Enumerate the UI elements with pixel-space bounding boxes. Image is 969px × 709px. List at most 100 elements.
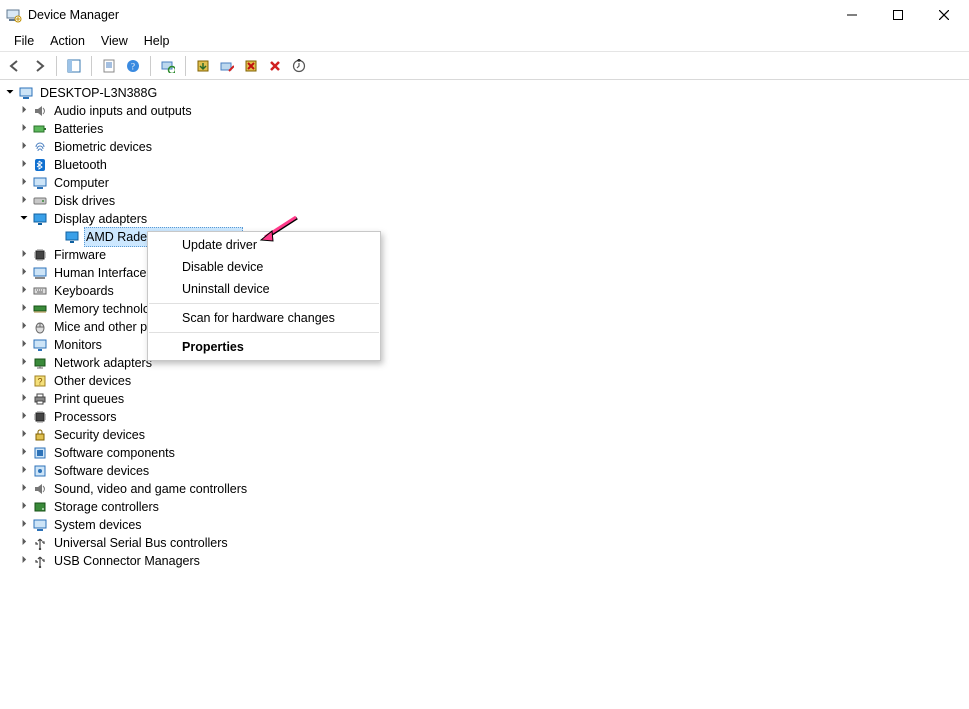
toolbar-separator (185, 56, 186, 76)
forward-button[interactable] (28, 55, 50, 77)
tree-node-security[interactable]: ⏵Security devices (18, 426, 969, 444)
tree-node-computer[interactable]: ⏵ Computer (18, 174, 969, 192)
disable-device-button[interactable] (216, 55, 238, 77)
tree-node-storage[interactable]: ⏵Storage controllers (18, 498, 969, 516)
tree-node-disk[interactable]: ⏵Disk drives (18, 192, 969, 210)
tree-node-batteries[interactable]: ⏵Batteries (18, 120, 969, 138)
chevron-right-icon[interactable]: ⏵ (18, 156, 30, 174)
svg-text:?: ? (131, 61, 135, 71)
maximize-button[interactable] (875, 0, 921, 30)
chevron-right-icon[interactable]: ⏵ (18, 300, 30, 318)
chevron-right-icon[interactable]: ⏵ (18, 354, 30, 372)
chevron-right-icon[interactable]: ⏵ (18, 516, 30, 534)
context-scan-hardware[interactable]: Scan for hardware changes (148, 307, 380, 329)
tree-node-biometric[interactable]: ⏵ Biometric devices (18, 138, 969, 156)
chevron-right-icon[interactable]: ⏵ (18, 318, 30, 336)
chevron-right-icon[interactable]: ⏵ (18, 372, 30, 390)
chevron-right-icon[interactable]: ⏵ (18, 102, 30, 120)
chevron-right-icon[interactable]: ⏵ (18, 264, 30, 282)
tree-node-usbctrl[interactable]: ⏵Universal Serial Bus controllers (18, 534, 969, 552)
chevron-none (50, 228, 62, 246)
computer-icon (32, 175, 48, 191)
network-icon (32, 355, 48, 371)
install-driver-button[interactable] (288, 55, 310, 77)
other-icon: ? (32, 373, 48, 389)
chevron-right-icon[interactable]: ⏵ (18, 336, 30, 354)
chevron-down-icon[interactable]: ⏷ (4, 84, 16, 102)
chevron-right-icon[interactable]: ⏵ (18, 408, 30, 426)
window-title: Device Manager (28, 8, 119, 22)
remove-device-button[interactable] (264, 55, 286, 77)
tree-node-print[interactable]: ⏵Print queues (18, 390, 969, 408)
biometric-icon (32, 139, 48, 155)
tree-node-system[interactable]: ⏵System devices (18, 516, 969, 534)
show-hide-tree-button[interactable] (63, 55, 85, 77)
context-separator (149, 303, 379, 304)
chevron-right-icon[interactable]: ⏵ (18, 282, 30, 300)
close-button[interactable] (921, 0, 967, 30)
tree-node-label: Bluetooth (52, 156, 109, 174)
sound-icon (32, 481, 48, 497)
menu-file[interactable]: File (6, 33, 42, 49)
tree-node-other[interactable]: ⏵?Other devices (18, 372, 969, 390)
chevron-right-icon[interactable]: ⏵ (18, 120, 30, 138)
chevron-right-icon[interactable]: ⏵ (18, 390, 30, 408)
monitor-icon (32, 337, 48, 353)
tree-node-audio[interactable]: ⏵Audio inputs and outputs (18, 102, 969, 120)
context-uninstall-device[interactable]: Uninstall device (148, 278, 380, 300)
chevron-right-icon[interactable]: ⏵ (18, 462, 30, 480)
context-properties[interactable]: Properties (148, 336, 380, 358)
chevron-right-icon[interactable]: ⏵ (18, 498, 30, 516)
chevron-right-icon[interactable]: ⏵ (18, 444, 30, 462)
tree-node-sound[interactable]: ⏵ Sound, video and game controllers (18, 480, 969, 498)
tree-node-bluetooth[interactable]: ⏵ Bluetooth (18, 156, 969, 174)
update-driver-button[interactable] (192, 55, 214, 77)
toolbar-separator (56, 56, 57, 76)
tree-node-display[interactable]: ⏷ Display adapters (18, 210, 969, 228)
menu-help[interactable]: Help (136, 33, 178, 49)
uninstall-device-button[interactable] (240, 55, 262, 77)
display-adapter-icon (64, 229, 80, 245)
tree-node-label: Processors (52, 408, 119, 426)
chevron-down-icon[interactable]: ⏷ (18, 210, 30, 228)
svg-text:?: ? (37, 377, 42, 387)
usb-icon (32, 535, 48, 551)
tree-node-processors[interactable]: ⏵ Processors (18, 408, 969, 426)
chevron-right-icon[interactable]: ⏵ (18, 534, 30, 552)
chevron-right-icon[interactable]: ⏵ (18, 552, 30, 570)
tree-node-label: USB Connector Managers (52, 552, 202, 570)
tree-node-label: Sound, video and game controllers (52, 480, 249, 498)
software-component-icon (32, 445, 48, 461)
tree-node-swcomp[interactable]: ⏵ Software components (18, 444, 969, 462)
device-tree[interactable]: ⏷ DESKTOP-L3N388G ⏵Audio inputs and outp… (0, 80, 969, 570)
tree-node-swdev[interactable]: ⏵Software devices (18, 462, 969, 480)
chevron-right-icon[interactable]: ⏵ (18, 426, 30, 444)
minimize-button[interactable] (829, 0, 875, 30)
back-button[interactable] (4, 55, 26, 77)
processor-icon (32, 409, 48, 425)
properties-sheet-button[interactable] (98, 55, 120, 77)
chevron-right-icon[interactable]: ⏵ (18, 192, 30, 210)
scan-hardware-button[interactable] (157, 55, 179, 77)
tree-node-label: Computer (52, 174, 111, 192)
chevron-right-icon[interactable]: ⏵ (18, 246, 30, 264)
menu-action[interactable]: Action (42, 33, 93, 49)
chevron-right-icon[interactable]: ⏵ (18, 174, 30, 192)
tree-root[interactable]: ⏷ DESKTOP-L3N388G (4, 84, 969, 102)
tree-node-label: Display adapters (52, 210, 149, 228)
context-disable-device[interactable]: Disable device (148, 256, 380, 278)
tree-node-usbconn[interactable]: ⏵ USB Connector Managers (18, 552, 969, 570)
help-button[interactable]: ? (122, 55, 144, 77)
tree-node-label: Software components (52, 444, 177, 462)
tree-node-label: Monitors (52, 336, 104, 354)
security-icon (32, 427, 48, 443)
chevron-right-icon[interactable]: ⏵ (18, 480, 30, 498)
memory-icon (32, 301, 48, 317)
tree-node-label: Biometric devices (52, 138, 154, 156)
chevron-right-icon[interactable]: ⏵ (18, 138, 30, 156)
mouse-icon (32, 319, 48, 335)
tree-node-label: Keyboards (52, 282, 116, 300)
menu-view[interactable]: View (93, 33, 136, 49)
battery-icon (32, 121, 48, 137)
bluetooth-icon (32, 157, 48, 173)
